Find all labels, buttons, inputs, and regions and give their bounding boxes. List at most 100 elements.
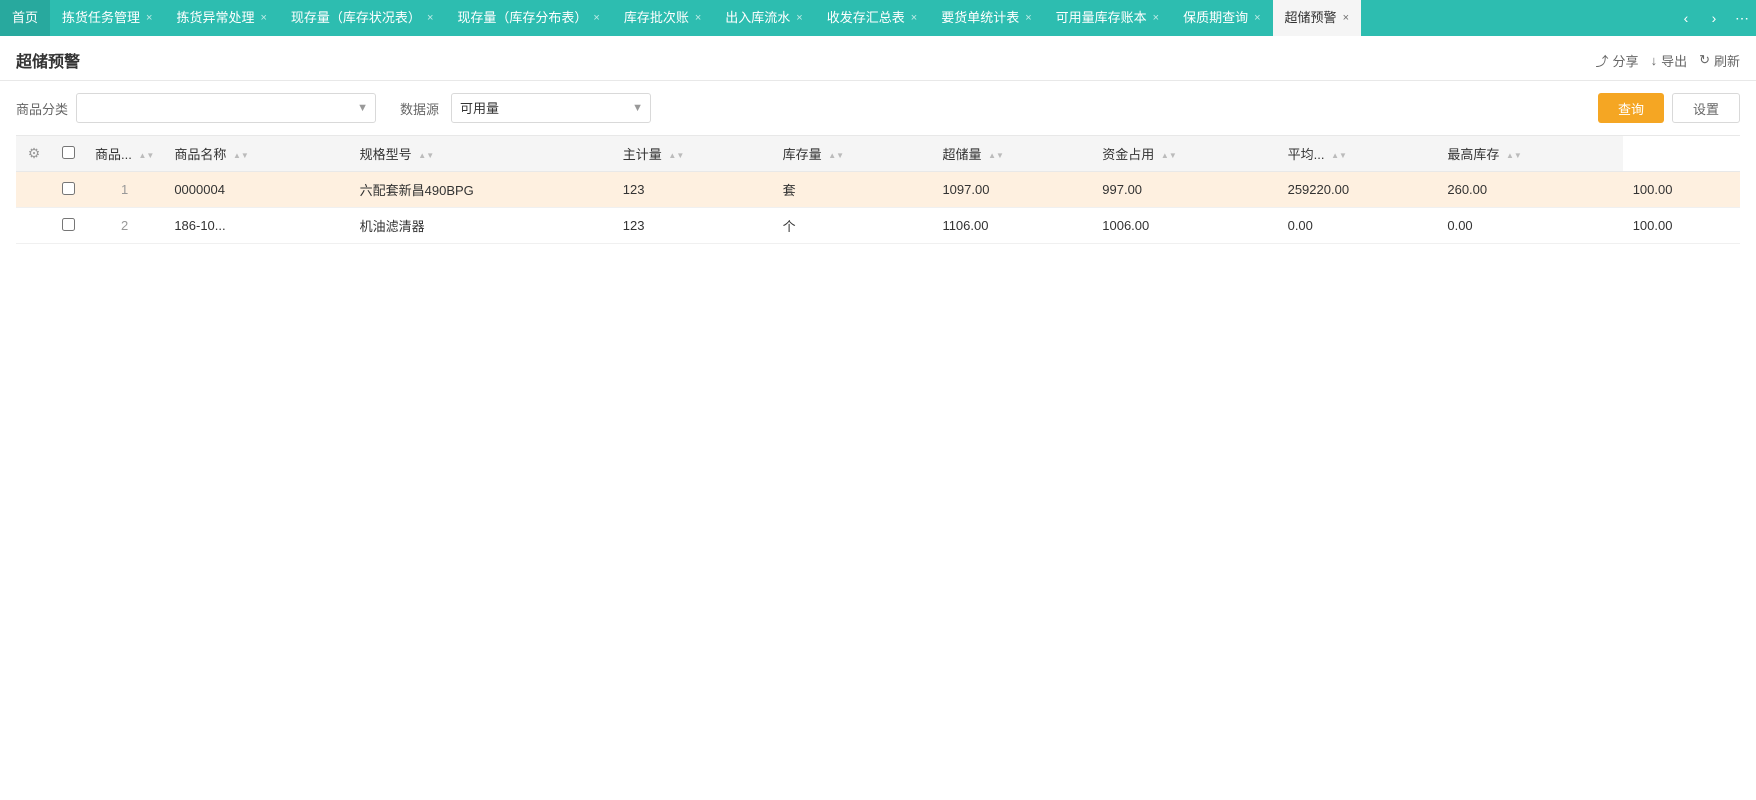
sort-icon: ▲▼ — [418, 152, 434, 160]
product-category-filter: 商品分类 ▼ — [16, 93, 376, 123]
table-row: 2 186-10... 机油滤清器 123 个 1106.00 1006.00 … — [16, 208, 1740, 244]
page-wrapper: 超储预警 ⤴ 分享 ↓ 导出 ↻ 刷新 商品分类 ▼ — [0, 36, 1756, 800]
nav-abnormal[interactable]: 拣货异常处理 × — [164, 0, 278, 36]
spec-header[interactable]: 规格型号 ▲▼ — [350, 136, 613, 172]
close-icon[interactable]: × — [260, 0, 266, 36]
nav-demand-stats[interactable]: 要货单统计表 × — [929, 0, 1043, 36]
row-max-stock: 100.00 — [1623, 208, 1740, 244]
row-avg: 0.00 — [1437, 208, 1622, 244]
filter-buttons: 查询 设置 — [1598, 93, 1740, 123]
page-header: 超储预警 ⤴ 分享 ↓ 导出 ↻ 刷新 — [0, 36, 1756, 81]
share-button[interactable]: ⤴ 分享 — [1596, 51, 1639, 70]
data-table: ⚙ 商品... ▲▼ 商品名称 ▲▼ 规格型号 ▲▼ — [16, 135, 1740, 244]
stock-header[interactable]: 库存量 ▲▼ — [773, 136, 933, 172]
checkbox-column-header — [52, 136, 85, 172]
nav-arrows: ‹ › ⋯ — [1672, 0, 1756, 36]
row-unit: 套 — [773, 172, 933, 208]
product-name-header[interactable]: 商品名称 ▲▼ — [164, 136, 349, 172]
nav-prev-button[interactable]: ‹ — [1672, 0, 1700, 36]
table-header-row: ⚙ 商品... ▲▼ 商品名称 ▲▼ 规格型号 ▲▼ — [16, 136, 1740, 172]
row-gear-cell — [16, 208, 52, 244]
over-stock-header[interactable]: 超储量 ▲▼ — [932, 136, 1092, 172]
table-row: 1 0000004 六配套新昌490BPG 123 套 1097.00 997.… — [16, 172, 1740, 208]
product-category-select[interactable] — [76, 93, 376, 123]
nav-inventory-dist[interactable]: 现存量（库存分布表） × — [445, 0, 611, 36]
unit-header[interactable]: 主计量 ▲▼ — [613, 136, 773, 172]
nav-overstock-warning[interactable]: 超储预警 × — [1273, 0, 1361, 36]
export-button[interactable]: ↓ 导出 — [1651, 51, 1688, 70]
datasource-label: 数据源 — [400, 99, 439, 118]
max-stock-header[interactable]: 最高库存 ▲▼ — [1437, 136, 1622, 172]
nav-next-button[interactable]: › — [1700, 0, 1728, 36]
share-icon: ⤴ — [1596, 51, 1609, 70]
row-checkbox[interactable] — [62, 182, 75, 195]
nav-batch-account[interactable]: 库存批次账 × — [612, 0, 713, 36]
row-stock: 1106.00 — [932, 208, 1092, 244]
select-all-checkbox[interactable] — [62, 146, 75, 159]
row-number: 2 — [85, 208, 164, 244]
sort-icon: ▲▼ — [668, 152, 684, 160]
nav-more-button[interactable]: ⋯ — [1728, 0, 1756, 36]
close-icon[interactable]: × — [593, 0, 599, 36]
product-category-select-wrap: ▼ — [76, 93, 376, 123]
sort-icon: ▲▼ — [138, 152, 154, 160]
nav-available-account[interactable]: 可用量库存账本 × — [1044, 0, 1171, 36]
row-avg: 260.00 — [1437, 172, 1622, 208]
capital-header[interactable]: 资金占用 ▲▼ — [1092, 136, 1277, 172]
row-checkbox[interactable] — [62, 218, 75, 231]
nav-inventory-status[interactable]: 现存量（库存状况表） × — [279, 0, 445, 36]
datasource-select[interactable]: 可用量 — [451, 93, 651, 123]
sort-icon: ▲▼ — [1331, 152, 1347, 160]
product-code-header[interactable]: 商品... ▲▼ — [85, 136, 164, 172]
settings-button[interactable]: 设置 — [1672, 93, 1740, 123]
nav-collect-summary[interactable]: 收发存汇总表 × — [815, 0, 929, 36]
sort-icon: ▲▼ — [988, 152, 1004, 160]
close-icon[interactable]: × — [911, 0, 917, 36]
row-product-code: 0000004 — [164, 172, 349, 208]
row-product-name: 六配套新昌490BPG — [350, 172, 613, 208]
product-category-label: 商品分类 — [16, 99, 68, 118]
datasource-select-wrap: 可用量 ▼ — [451, 93, 651, 123]
nav-shelf-life[interactable]: 保质期查询 × — [1171, 0, 1272, 36]
close-icon[interactable]: × — [427, 0, 433, 36]
gear-column-header: ⚙ — [16, 136, 52, 172]
avg-header[interactable]: 平均... ▲▼ — [1278, 136, 1438, 172]
row-product-name: 机油滤清器 — [350, 208, 613, 244]
refresh-button[interactable]: ↻ 刷新 — [1699, 51, 1740, 70]
row-capital: 0.00 — [1278, 208, 1438, 244]
nav-inout-flow[interactable]: 出入库流水 × — [713, 0, 814, 36]
row-spec: 123 — [613, 172, 773, 208]
close-icon[interactable]: × — [1025, 0, 1031, 36]
close-icon[interactable]: × — [695, 0, 701, 36]
row-unit: 个 — [773, 208, 933, 244]
row-gear-cell — [16, 172, 52, 208]
close-icon[interactable]: × — [1254, 0, 1260, 36]
row-number: 1 — [85, 172, 164, 208]
close-icon[interactable]: × — [1153, 0, 1159, 36]
row-over-stock: 997.00 — [1092, 172, 1277, 208]
row-stock: 1097.00 — [932, 172, 1092, 208]
row-product-code: 186-10... — [164, 208, 349, 244]
query-button[interactable]: 查询 — [1598, 93, 1664, 123]
close-icon[interactable]: × — [146, 0, 152, 36]
sort-icon: ▲▼ — [828, 152, 844, 160]
row-max-stock: 100.00 — [1623, 172, 1740, 208]
close-icon[interactable]: × — [796, 0, 802, 36]
filter-area: 商品分类 ▼ 数据源 可用量 ▼ 查询 设置 — [0, 81, 1756, 135]
row-checkbox-cell — [52, 172, 85, 208]
row-capital: 259220.00 — [1278, 172, 1438, 208]
row-over-stock: 1006.00 — [1092, 208, 1277, 244]
datasource-filter: 数据源 可用量 ▼ — [400, 93, 651, 123]
sort-icon: ▲▼ — [1506, 152, 1522, 160]
page-title: 超储预警 — [16, 48, 80, 72]
export-icon: ↓ — [1651, 53, 1658, 68]
row-checkbox-cell — [52, 208, 85, 244]
table-container: ⚙ 商品... ▲▼ 商品名称 ▲▼ 规格型号 ▲▼ — [0, 135, 1756, 244]
top-nav: 首页 拣货任务管理 × 拣货异常处理 × 现存量（库存状况表） × 现存量（库存… — [0, 0, 1756, 36]
nav-task-mgmt[interactable]: 拣货任务管理 × — [50, 0, 164, 36]
header-actions: ⤴ 分享 ↓ 导出 ↻ 刷新 — [1596, 51, 1740, 70]
close-icon[interactable]: × — [1343, 0, 1349, 36]
gear-icon[interactable]: ⚙ — [28, 145, 41, 161]
nav-home[interactable]: 首页 — [0, 0, 50, 36]
sort-icon: ▲▼ — [233, 152, 249, 160]
